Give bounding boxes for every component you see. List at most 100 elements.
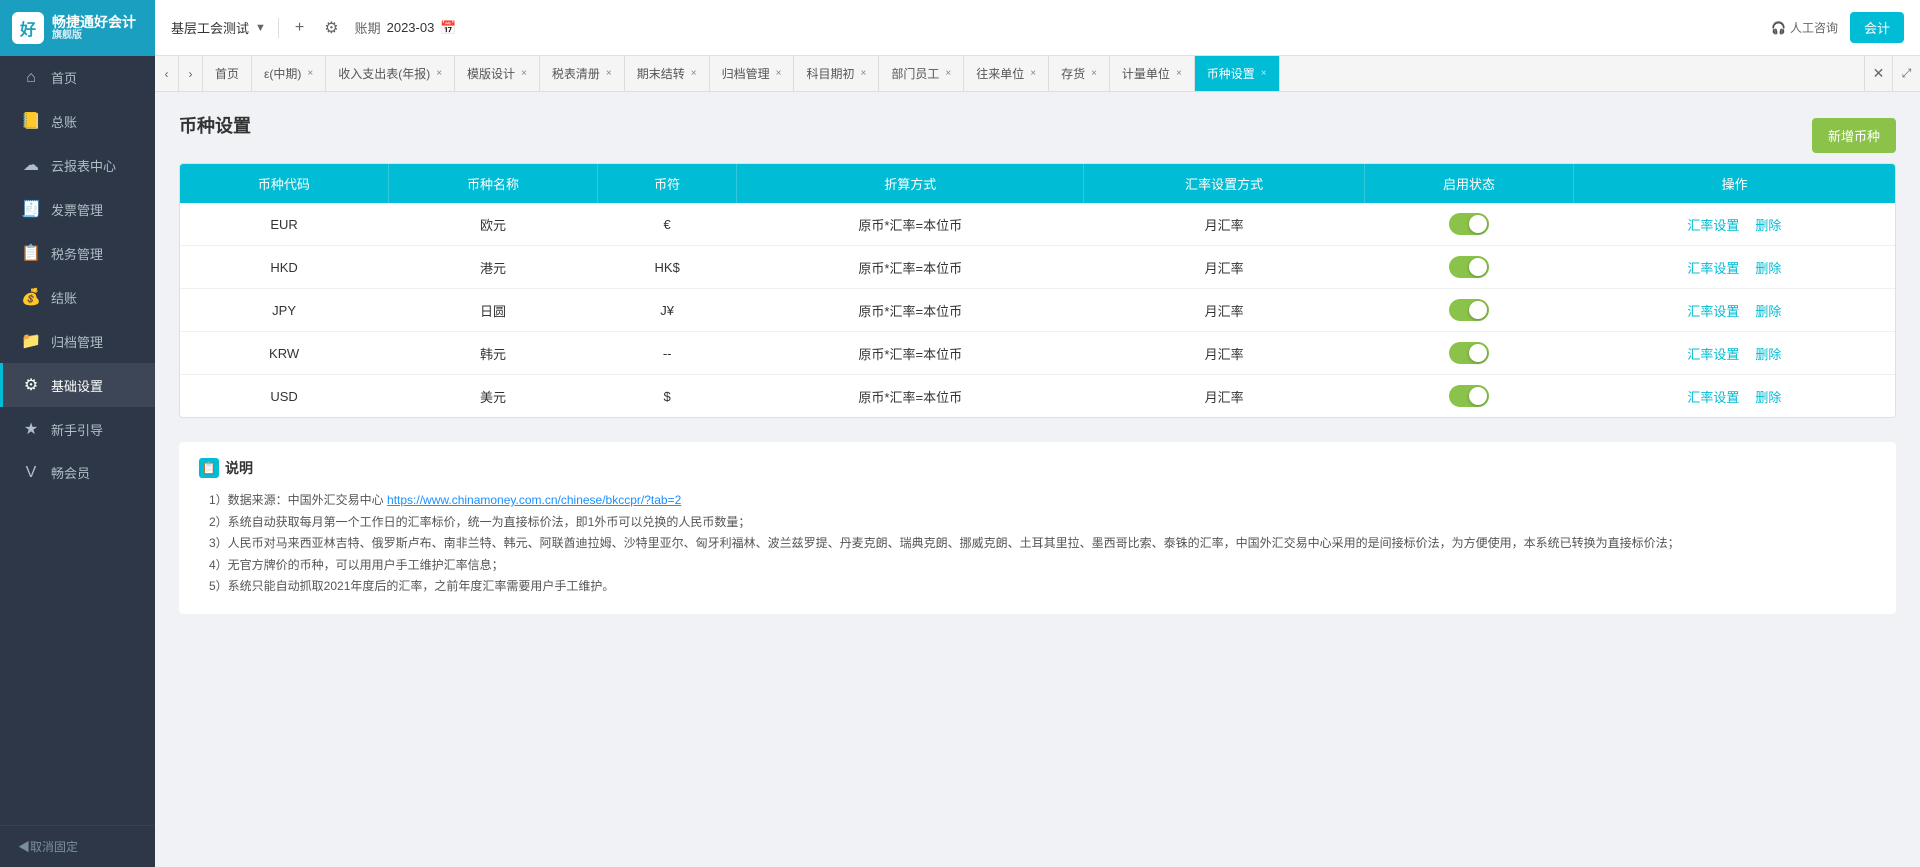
tab-close-subjects[interactable]: × [861, 68, 867, 79]
tab-currency[interactable]: 币种设置 × [1195, 56, 1280, 91]
enabled-cell [1364, 203, 1574, 246]
topbar-divider-1 [278, 18, 279, 38]
tab-label-units: 往来单位 [976, 65, 1024, 82]
enabled-toggle[interactable] [1449, 213, 1489, 235]
tab-close-template[interactable]: × [521, 68, 527, 79]
main-area: 基层工会测试 ▼ + ⚙ 账期 2023-03 📅 🎧 人工咨询 会计 ‹ › … [155, 0, 1920, 867]
tab-close-dept[interactable]: × [945, 68, 951, 79]
account-button[interactable]: 会计 [1850, 12, 1904, 43]
pin-toggle-label: ◀取消固定 [18, 838, 78, 855]
table-cell: 欧元 [388, 203, 598, 246]
table-row: KRW韩元--原币*汇率=本位币月汇率汇率设置删除 [180, 332, 1895, 375]
enabled-toggle[interactable] [1449, 342, 1489, 364]
sidebar-logo: 好 畅捷通好会计 旗舰版 [0, 0, 155, 56]
table-cell: 月汇率 [1084, 246, 1364, 289]
note-item-4: 4）无官方牌价的币种，可以用用户手工维护汇率信息； [199, 555, 1876, 577]
tab-next-button[interactable]: › [179, 56, 203, 92]
tab-close-period[interactable]: × [307, 68, 313, 79]
tab-home[interactable]: 首页 [203, 56, 252, 91]
tab-tax[interactable]: 税表清册 × [540, 56, 625, 91]
table-cell: 月汇率 [1084, 289, 1364, 332]
help-button[interactable]: 🎧 人工咨询 [1771, 19, 1838, 36]
sidebar-item-home[interactable]: ⌂首页 [0, 56, 155, 99]
sidebar-item-ledger[interactable]: 📒总账 [0, 99, 155, 143]
tab-units[interactable]: 往来单位 × [964, 56, 1049, 91]
tab-close-currency[interactable]: × [1261, 68, 1267, 79]
delete-link[interactable]: 删除 [1755, 261, 1781, 276]
chinamoney-link[interactable]: https://www.chinamoney.com.cn/chinese/bk… [387, 493, 681, 507]
tab-archive[interactable]: 归档管理 × [710, 56, 795, 91]
sidebar-label-reports: 云报表中心 [51, 156, 116, 175]
tab-prev-button[interactable]: ‹ [155, 56, 179, 92]
tab-template[interactable]: 模版设计 × [455, 56, 540, 91]
sidebar-item-reports[interactable]: ☁云报表中心 [0, 143, 155, 187]
tab-inventory[interactable]: 存货 × [1049, 56, 1110, 91]
tab-dept[interactable]: 部门员工 × [879, 56, 964, 91]
sidebar-item-guide[interactable]: ★新手引导 [0, 407, 155, 451]
table-cell: EUR [180, 203, 388, 246]
delete-link[interactable]: 删除 [1755, 304, 1781, 319]
invoice-icon: 🧾 [21, 199, 41, 219]
rate-setting-link[interactable]: 汇率设置 [1687, 304, 1739, 319]
headset-icon: 🎧 [1771, 21, 1786, 35]
expand-button[interactable]: ⤢ [1892, 56, 1920, 92]
sidebar-item-settings[interactable]: ⚙基础设置 [0, 363, 155, 407]
sidebar-item-tax[interactable]: 📋税务管理 [0, 231, 155, 275]
tab-close-inventory[interactable]: × [1091, 68, 1097, 79]
sidebar-item-closing[interactable]: 💰结账 [0, 275, 155, 319]
tab-close-archive[interactable]: × [776, 68, 782, 79]
col-header: 启用状态 [1364, 164, 1574, 203]
tabbar: ‹ › 首页ε(中期) ×收入支出表(年报) ×模版设计 ×税表清册 ×期末结转… [155, 56, 1920, 92]
ledger-icon: 📒 [21, 111, 41, 131]
action-cell: 汇率设置 删除 [1574, 203, 1895, 246]
rate-setting-link[interactable]: 汇率设置 [1687, 261, 1739, 276]
table-cell: 韩元 [388, 332, 598, 375]
new-currency-button[interactable]: 新增币种 [1812, 118, 1896, 153]
tab-close-period-end[interactable]: × [691, 68, 697, 79]
project-selector[interactable]: 基层工会测试 ▼ [171, 18, 266, 37]
table-cell: 月汇率 [1084, 203, 1364, 246]
rate-setting-link[interactable]: 汇率设置 [1687, 347, 1739, 362]
enabled-toggle[interactable] [1449, 385, 1489, 407]
add-tab-button[interactable]: + [291, 15, 308, 41]
tab-period-end[interactable]: 期末结转 × [625, 56, 710, 91]
tab-measure[interactable]: 计量单位 × [1110, 56, 1195, 91]
tab-income[interactable]: 收入支出表(年报) × [326, 56, 455, 91]
tab-subjects[interactable]: 科目期初 × [794, 56, 879, 91]
tab-close-tax[interactable]: × [606, 68, 612, 79]
table-cell: 月汇率 [1084, 332, 1364, 375]
delete-link[interactable]: 删除 [1755, 347, 1781, 362]
note-item-3: 3）人民币对马来西亚林吉特、俄罗斯卢布、南非兰特、韩元、阿联酋迪拉姆、沙特里亚尔… [199, 533, 1876, 555]
tab-close-measure[interactable]: × [1176, 68, 1182, 79]
enabled-toggle[interactable] [1449, 299, 1489, 321]
tab-label-dept: 部门员工 [891, 65, 939, 82]
topbar: 基层工会测试 ▼ + ⚙ 账期 2023-03 📅 🎧 人工咨询 会计 [155, 0, 1920, 56]
tab-close-income[interactable]: × [436, 68, 442, 79]
table-cell: 港元 [388, 246, 598, 289]
table-cell: $ [598, 375, 737, 418]
rate-setting-link[interactable]: 汇率设置 [1687, 390, 1739, 405]
table-cell: 美元 [388, 375, 598, 418]
close-all-tabs-button[interactable]: ✕ [1864, 56, 1892, 92]
col-header: 币种名称 [388, 164, 598, 203]
delete-link[interactable]: 删除 [1755, 390, 1781, 405]
table-cell: 日圆 [388, 289, 598, 332]
sidebar-item-invoice[interactable]: 🧾发票管理 [0, 187, 155, 231]
tab-label-home: 首页 [215, 65, 239, 82]
rate-setting-link[interactable]: 汇率设置 [1687, 218, 1739, 233]
sidebar-nav: ⌂首页📒总账☁云报表中心🧾发票管理📋税务管理💰结账📁归档管理⚙基础设置★新手引导… [0, 56, 155, 825]
delete-link[interactable]: 删除 [1755, 218, 1781, 233]
note-item-1: 1）数据来源：中国外汇交易中心 https://www.chinamoney.c… [199, 490, 1876, 512]
tab-label-period-end: 期末结转 [637, 65, 685, 82]
tab-close-units[interactable]: × [1030, 68, 1036, 79]
sidebar-label-member: 畅会员 [51, 463, 90, 482]
enabled-toggle[interactable] [1449, 256, 1489, 278]
tab-period[interactable]: ε(中期) × [252, 56, 326, 91]
sidebar-pin-toggle[interactable]: ◀取消固定 [0, 825, 155, 867]
tab-label-currency: 币种设置 [1207, 65, 1255, 82]
period-label: 账期 [355, 18, 381, 37]
sidebar-item-member[interactable]: V畅会员 [0, 451, 155, 494]
sidebar-item-archive[interactable]: 📁归档管理 [0, 319, 155, 363]
topbar-settings-button[interactable]: ⚙ [320, 14, 342, 42]
calendar-icon[interactable]: 📅 [440, 20, 456, 36]
